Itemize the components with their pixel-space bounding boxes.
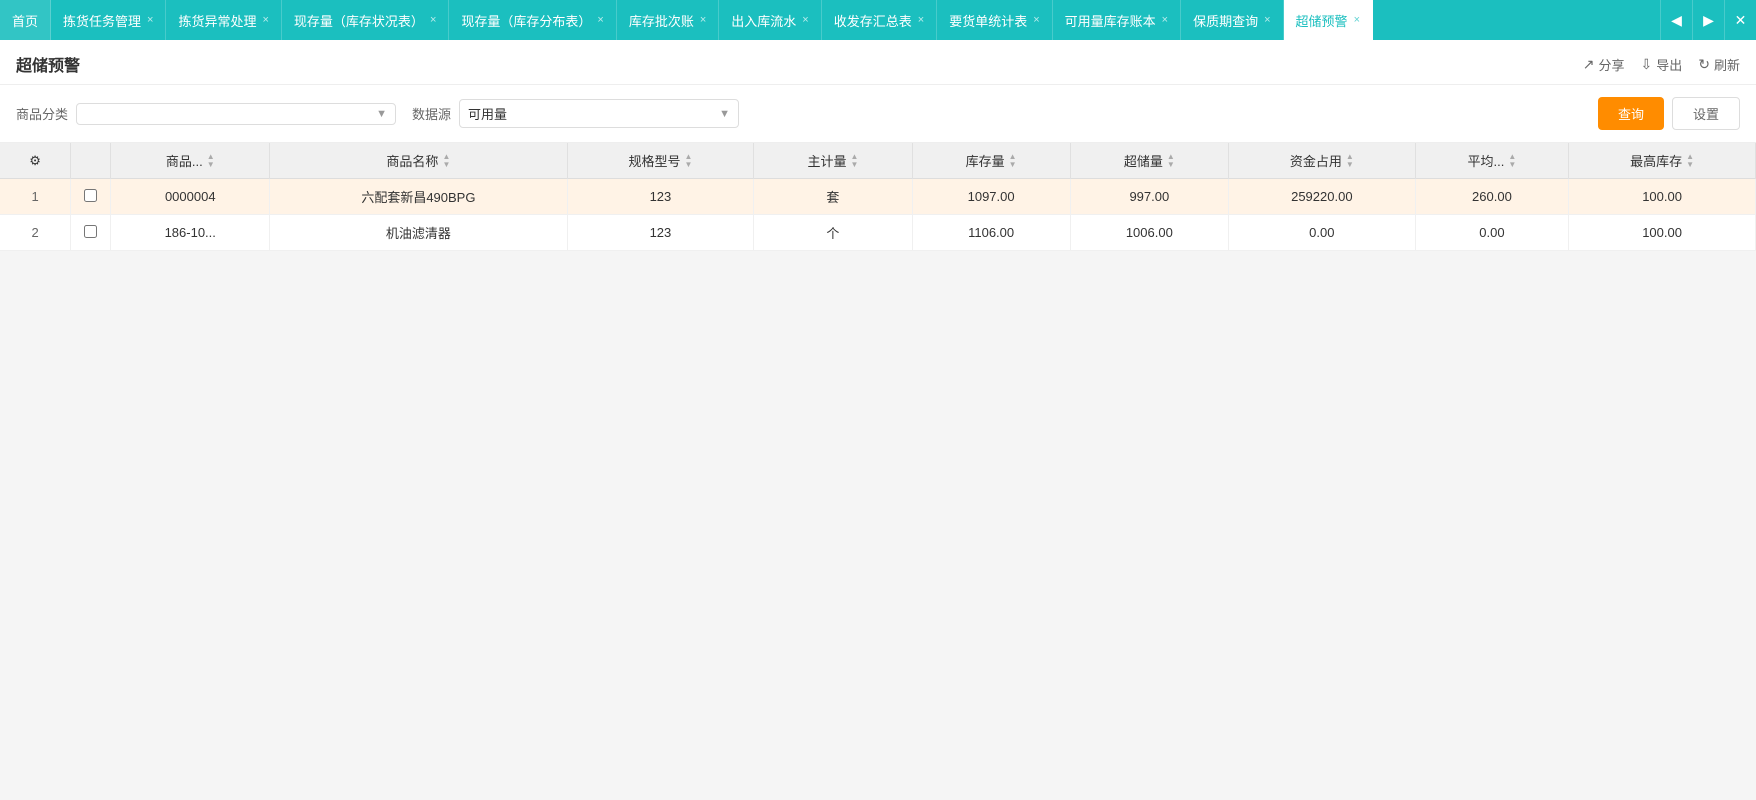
nav-item-quality-check[interactable]: 保质期查询× [1181, 0, 1283, 40]
cell-product_code: 0000004 [111, 179, 270, 215]
top-nav: 首页拣货任务管理×拣货异常处理×现存量（库存状况表）×现存量（库存分布表）×库存… [0, 0, 1756, 40]
cell-max_stock: 100.00 [1569, 179, 1756, 215]
cell-product_name: 六配套新昌490BPG [270, 179, 567, 215]
settings-button[interactable]: 设置 [1672, 97, 1740, 130]
th-product_code[interactable]: 商品... ▲▼ [111, 143, 270, 179]
th-max_stock[interactable]: 最高库存 ▲▼ [1569, 143, 1756, 179]
cell-unit: 个 [754, 215, 912, 251]
refresh-icon: ↻ [1698, 56, 1710, 73]
nav-close-quality-check[interactable]: × [1264, 14, 1270, 26]
nav-close-recv-summary[interactable]: × [918, 14, 924, 26]
nav-close-arrow[interactable]: ✕ [1724, 0, 1756, 40]
filter-actions: 查询 设置 [1598, 97, 1740, 130]
cell-product_name: 机油滤清器 [270, 215, 567, 251]
nav-close-abnormal[interactable]: × [262, 14, 268, 26]
nav-close-inventory-status[interactable]: × [430, 14, 436, 26]
th-overstock[interactable]: 超储量 ▲▼ [1070, 143, 1228, 179]
th-capital[interactable]: 资金占用 ▲▼ [1228, 143, 1415, 179]
data-table: ⚙ 商品... ▲▼商品名称 ▲▼规格型号 ▲▼主计量 ▲▼库存量 ▲▼超储量 ▲… [0, 143, 1756, 251]
row-settings-icon[interactable]: 1 [0, 179, 71, 215]
page-actions: ↗ 分享 ⇩ 导出 ↻ 刷新 [1583, 55, 1740, 74]
row-checkbox[interactable] [84, 225, 97, 238]
th-checkbox [71, 143, 111, 179]
cell-inventory: 1097.00 [912, 179, 1070, 215]
table-row: 1 0000004六配套新昌490BPG123套1097.00997.002592… [0, 179, 1756, 215]
cell-unit: 套 [754, 179, 912, 215]
th-avg[interactable]: 平均... ▲▼ [1415, 143, 1568, 179]
cell-overstock: 1006.00 [1070, 215, 1228, 251]
page-header: 超储预警 ↗ 分享 ⇩ 导出 ↻ 刷新 [0, 40, 1756, 85]
nav-close-available-ledger[interactable]: × [1162, 14, 1168, 26]
th-unit[interactable]: 主计量 ▲▼ [754, 143, 912, 179]
table-head: ⚙ 商品... ▲▼商品名称 ▲▼规格型号 ▲▼主计量 ▲▼库存量 ▲▼超储量 ▲… [0, 143, 1756, 179]
cell-spec: 123 [567, 179, 754, 215]
nav-item-order-stats[interactable]: 要货单统计表× [937, 0, 1052, 40]
datasource-label: 数据源 [412, 104, 451, 123]
nav-item-inventory-dist[interactable]: 现存量（库存分布表）× [449, 0, 616, 40]
nav-item-recv-summary[interactable]: 收发存汇总表× [822, 0, 937, 40]
nav-item-overstock-alert[interactable]: 超储预警× [1284, 0, 1373, 40]
category-chevron-icon: ▼ [376, 108, 387, 120]
share-label: 分享 [1598, 55, 1624, 74]
datasource-chevron-icon: ▼ [719, 108, 730, 120]
nav-item-inout-flow[interactable]: 出入库流水× [719, 0, 821, 40]
cell-overstock: 997.00 [1070, 179, 1228, 215]
cell-spec: 123 [567, 215, 754, 251]
row-checkbox[interactable] [84, 189, 97, 202]
nav-item-batch-account[interactable]: 库存批次账× [617, 0, 719, 40]
nav-close-inout-flow[interactable]: × [802, 14, 808, 26]
nav-close-batch-account[interactable]: × [700, 14, 706, 26]
th-product_name[interactable]: 商品名称 ▲▼ [270, 143, 567, 179]
nav-item-abnormal[interactable]: 拣货异常处理× [166, 0, 281, 40]
cell-avg: 260.00 [1415, 179, 1568, 215]
nav-arrows: ◀ ▶ ✕ [1660, 0, 1756, 40]
nav-item-home[interactable]: 首页 [0, 0, 51, 40]
page-title: 超储预警 [16, 52, 80, 76]
export-button[interactable]: ⇩ 导出 [1641, 55, 1683, 74]
nav-next-arrow[interactable]: ▶ [1692, 0, 1724, 40]
table-body: 1 0000004六配套新昌490BPG123套1097.00997.002592… [0, 179, 1756, 251]
category-label: 商品分类 [16, 104, 68, 123]
export-icon: ⇩ [1641, 56, 1653, 73]
row-settings-icon[interactable]: 2 [0, 215, 71, 251]
th-settings: ⚙ [0, 143, 71, 179]
nav-item-task-mgmt[interactable]: 拣货任务管理× [51, 0, 166, 40]
export-label: 导出 [1656, 55, 1682, 74]
share-button[interactable]: ↗ 分享 [1583, 55, 1625, 74]
cell-max_stock: 100.00 [1569, 215, 1756, 251]
nav-close-inventory-dist[interactable]: × [597, 14, 603, 26]
filter-bar: 商品分类 ▼ 数据源 可用量 ▼ 查询 设置 [0, 85, 1756, 143]
datasource-select[interactable]: 可用量 ▼ [459, 99, 739, 128]
table-container: ⚙ 商品... ▲▼商品名称 ▲▼规格型号 ▲▼主计量 ▲▼库存量 ▲▼超储量 ▲… [0, 143, 1756, 251]
refresh-label: 刷新 [1714, 55, 1740, 74]
cell-avg: 0.00 [1415, 215, 1568, 251]
cell-product_code: 186-10... [111, 215, 270, 251]
datasource-filter: 数据源 可用量 ▼ [412, 99, 739, 128]
nav-close-overstock-alert[interactable]: × [1354, 14, 1360, 26]
share-icon: ↗ [1583, 56, 1595, 73]
cell-capital: 259220.00 [1228, 179, 1415, 215]
cell-inventory: 1106.00 [912, 215, 1070, 251]
category-select[interactable]: ▼ [76, 103, 396, 125]
th-inventory[interactable]: 库存量 ▲▼ [912, 143, 1070, 179]
nav-item-inventory-status[interactable]: 现存量（库存状况表）× [282, 0, 449, 40]
nav-close-order-stats[interactable]: × [1033, 14, 1039, 26]
query-button[interactable]: 查询 [1598, 97, 1664, 130]
th-spec[interactable]: 规格型号 ▲▼ [567, 143, 754, 179]
cell-capital: 0.00 [1228, 215, 1415, 251]
refresh-button[interactable]: ↻ 刷新 [1698, 55, 1740, 74]
nav-prev-arrow[interactable]: ◀ [1660, 0, 1692, 40]
datasource-value: 可用量 [468, 104, 507, 123]
category-filter: 商品分类 ▼ [16, 103, 396, 125]
table-row: 2186-10...机油滤清器123个1106.001006.000.000.0… [0, 215, 1756, 251]
nav-close-task-mgmt[interactable]: × [147, 14, 153, 26]
nav-item-available-ledger[interactable]: 可用量库存账本× [1053, 0, 1181, 40]
